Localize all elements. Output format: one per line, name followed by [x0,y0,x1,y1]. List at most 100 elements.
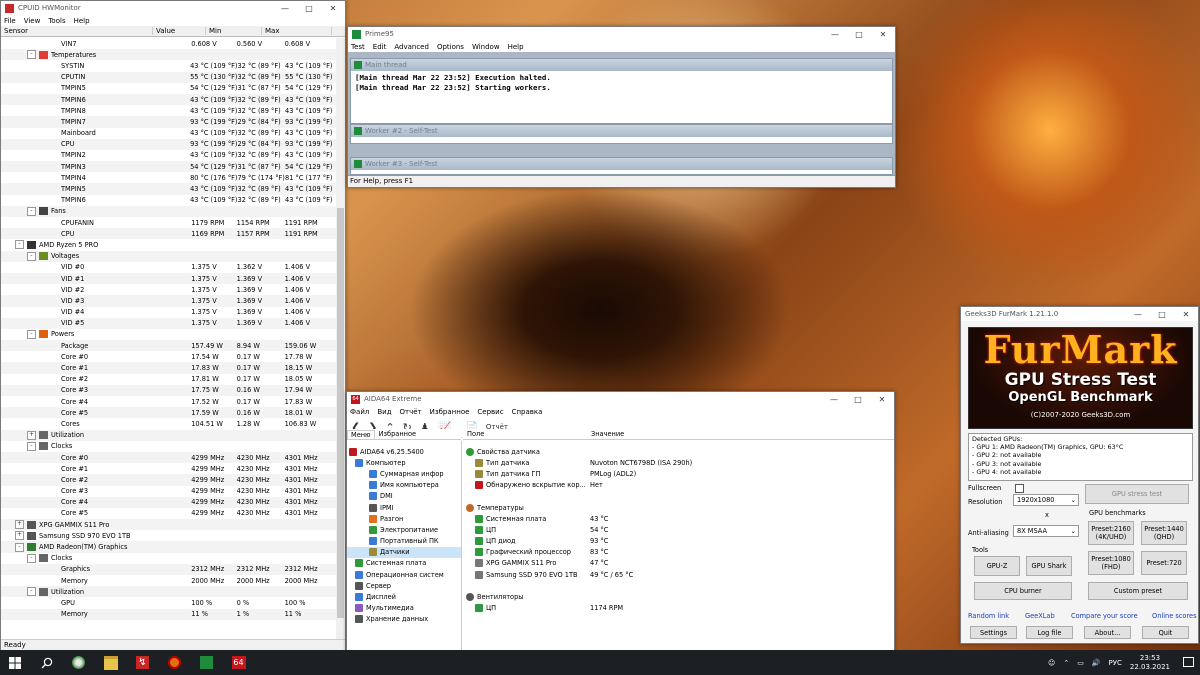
sensor-row[interactable]: - Fans [1,205,336,217]
sensor-row[interactable]: TMPIN6 43 °C (109 °F) 32 °C (89 °F) 43 °C (… [1,195,336,206]
sensor-row[interactable]: Cores 104.51 W 1.28 W 106.83 W [1,418,336,429]
sensor-row[interactable]: XPG GAMMIX S11 Pro 47 °C [463,558,894,569]
column-max[interactable]: Max [262,27,332,35]
sensor-row[interactable]: Core #2 4299 MHz 4230 MHz 4301 MHz [1,474,336,486]
preset-2160-button[interactable]: Preset:2160 (4K/UHD) [1088,521,1134,545]
taskbar-app-browser[interactable] [66,650,91,675]
sensor-row[interactable]: SYSTIN 43 °C (109 °F) 32 °C (89 °F) 43 °C (… [1,60,336,71]
sensor-row[interactable]: Core #2 17.81 W 0.17 W 18.05 W [1,374,336,385]
sensor-row[interactable]: Core #1 17.83 W 0.17 W 18.15 W [1,362,336,374]
furmark-titlebar[interactable]: Geeks3D FurMark 1.21.1.0 — □ ✕ [961,307,1198,321]
menu-favorites[interactable]: Избранное [430,408,470,416]
nav-tree-item[interactable]: IPMI [347,502,461,513]
menu-edit[interactable]: Edit [373,43,387,51]
geexlab-link[interactable]: GeeXLab [1025,612,1055,620]
nav-tree-item[interactable]: Датчики [347,546,461,558]
sensor-row[interactable]: GPU 100 % 0 % 100 % [1,597,336,608]
sensor-row[interactable]: - AMD Ryzen 5 PRO [1,239,336,250]
anti-aliasing-select[interactable]: 8X MSAA ⌄ [1013,525,1079,537]
minimize-button[interactable]: — [1126,307,1150,321]
sensor-row[interactable]: TMPIN6 43 °C (109 °F) 32 °C (89 °F) 43 °C (… [1,93,336,106]
sensor-row[interactable] [463,580,894,591]
sensor-row[interactable]: Samsung SSD 970 EVO 1TB 49 °C / 65 °C [463,569,894,580]
sensor-row[interactable]: Mainboard 43 °C (109 °F) 32 °C (89 °F) 43 °… [1,128,336,139]
maximize-button[interactable]: □ [847,27,871,41]
online-scores-link[interactable]: Online scores [1152,612,1197,620]
sensor-row[interactable]: + XPG GAMMIX S11 Pro [1,519,336,531]
collapse-icon[interactable]: - [27,206,36,216]
sensor-row[interactable]: Memory 2000 MHz 2000 MHz 2000 MHz [1,575,336,586]
sensor-row[interactable]: Core #5 4299 MHz 4230 MHz 4301 MHz [1,508,336,519]
quit-button[interactable]: Quit [1142,626,1189,639]
sensor-row[interactable]: Core #0 17.54 W 0.17 W 17.78 W [1,351,336,362]
sensor-row[interactable]: TMPIN5 43 °C (109 °F) 32 °C (89 °F) 43 °C (… [1,183,336,195]
search-button[interactable] [34,650,59,675]
sensor-row[interactable]: Core #5 17.59 W 0.16 W 18.01 W [1,407,336,419]
taskbar-app-explorer[interactable] [98,650,123,675]
expand-icon[interactable]: + [15,520,24,530]
minimize-button[interactable]: — [273,1,297,15]
sensor-row[interactable]: - Clocks [1,441,336,452]
tab-favorites[interactable]: Избранное [375,430,420,438]
sensor-row[interactable]: TMPIN3 54 °C (129 °F) 31 °C (87 °F) 54 °C (… [1,161,336,173]
column-min[interactable]: Min [206,27,262,35]
nav-tree-item[interactable]: Операционная систем [347,569,461,580]
sensor-row[interactable]: CPUTIN 55 °C (130 °F) 32 °C (89 °F) 55 °C (… [1,71,336,83]
menu-test[interactable]: Test [351,43,365,51]
gpu-stress-test-button[interactable]: GPU stress test [1085,484,1189,504]
sensor-row[interactable]: Тип датчика Nuvoton NCT6798D (ISA 290h) [463,457,894,468]
nav-tree-item[interactable]: Системная плата [347,558,461,569]
about-button[interactable]: About... [1084,626,1131,639]
expand-icon[interactable]: + [27,430,36,440]
close-button[interactable]: ✕ [321,1,345,15]
collapse-icon[interactable]: - [27,251,36,261]
sensor-group-row[interactable]: Вентиляторы [463,591,894,602]
log-file-button[interactable]: Log file [1026,626,1073,639]
menu-view[interactable]: View [24,17,41,25]
minimize-button[interactable]: — [822,392,846,406]
menu-file[interactable]: File [4,17,16,25]
sensor-row[interactable]: VID #1 1.375 V 1.369 V 1.406 V [1,272,336,285]
sensor-row[interactable]: Core #1 4299 MHz 4230 MHz 4301 MHz [1,463,336,474]
preset-1440-button[interactable]: Preset:1440 (QHD) [1141,521,1187,545]
sensor-row[interactable]: CPU 93 °C (199 °F) 29 °C (84 °F) 93 °C (199… [1,138,336,150]
volume-icon[interactable]: 🔊 [1092,659,1101,667]
sensor-row[interactable]: Core #3 17.75 W 0.16 W 17.94 W [1,384,336,396]
collapse-icon[interactable]: - [27,441,36,451]
nav-tree-item[interactable]: Сервер [347,580,461,591]
menu-help[interactable]: Справка [512,408,543,416]
sensor-row[interactable]: VID #4 1.375 V 1.369 V 1.406 V [1,307,336,318]
collapse-icon[interactable]: - [15,542,24,552]
sensor-row[interactable]: TMPIN4 80 °C (176 °F) 79 °C (174 °F) 81 °C … [1,172,336,183]
worker2-subwindow[interactable]: Worker #2 - Self-Test [350,124,893,144]
sensor-row[interactable]: Обнаружено вскрытие кор... Нет [463,480,894,491]
nav-tree-item[interactable]: Хранение данных [347,614,461,625]
sensor-row[interactable]: - Utilization [1,586,336,598]
collapse-icon[interactable]: - [27,329,36,339]
sensor-group-row[interactable]: Свойства датчика [463,446,894,457]
sensor-row[interactable]: - Voltages [1,250,336,262]
sensor-row[interactable]: ЦП 54 °C [463,524,894,535]
sensor-group-row[interactable]: Температуры [463,502,894,513]
hwmonitor-titlebar[interactable]: CPUID HWMonitor — □ ✕ [1,1,345,15]
sensor-row[interactable]: - Clocks [1,553,336,564]
sensor-row[interactable]: CPUFANIN 1179 RPM 1154 RPM 1191 RPM [1,217,336,228]
column-field[interactable]: Поле [463,430,591,438]
menu-report[interactable]: Отчёт [400,408,422,416]
cpu-burner-button[interactable]: CPU burner [974,582,1072,600]
nav-tree-item[interactable]: Компьютер [347,457,461,468]
sensor-row[interactable]: VID #2 1.375 V 1.369 V 1.406 V [1,284,336,295]
sensor-row[interactable]: VID #3 1.375 V 1.369 V 1.406 V [1,295,336,307]
menu-advanced[interactable]: Advanced [394,43,429,51]
column-value[interactable]: Значение [591,430,624,438]
notification-button[interactable] [1183,657,1194,667]
resolution-select[interactable]: 1920x1080 ⌄ [1013,494,1079,506]
sensor-row[interactable]: VIN7 0.608 V 0.560 V 0.608 V [1,38,336,49]
sensor-row[interactable]: - AMD Radeon(TM) Graphics [1,541,336,553]
sensor-row[interactable]: + Samsung SSD 970 EVO 1TB [1,530,336,541]
maximize-button[interactable]: □ [1150,307,1174,321]
column-value[interactable]: Value [153,27,206,35]
nav-tree-item[interactable]: Мультимедиа [347,603,461,614]
nav-tree-item[interactable]: Суммарная инфор [347,468,461,479]
taskbar-app-aida64[interactable]: 64 [226,650,251,675]
